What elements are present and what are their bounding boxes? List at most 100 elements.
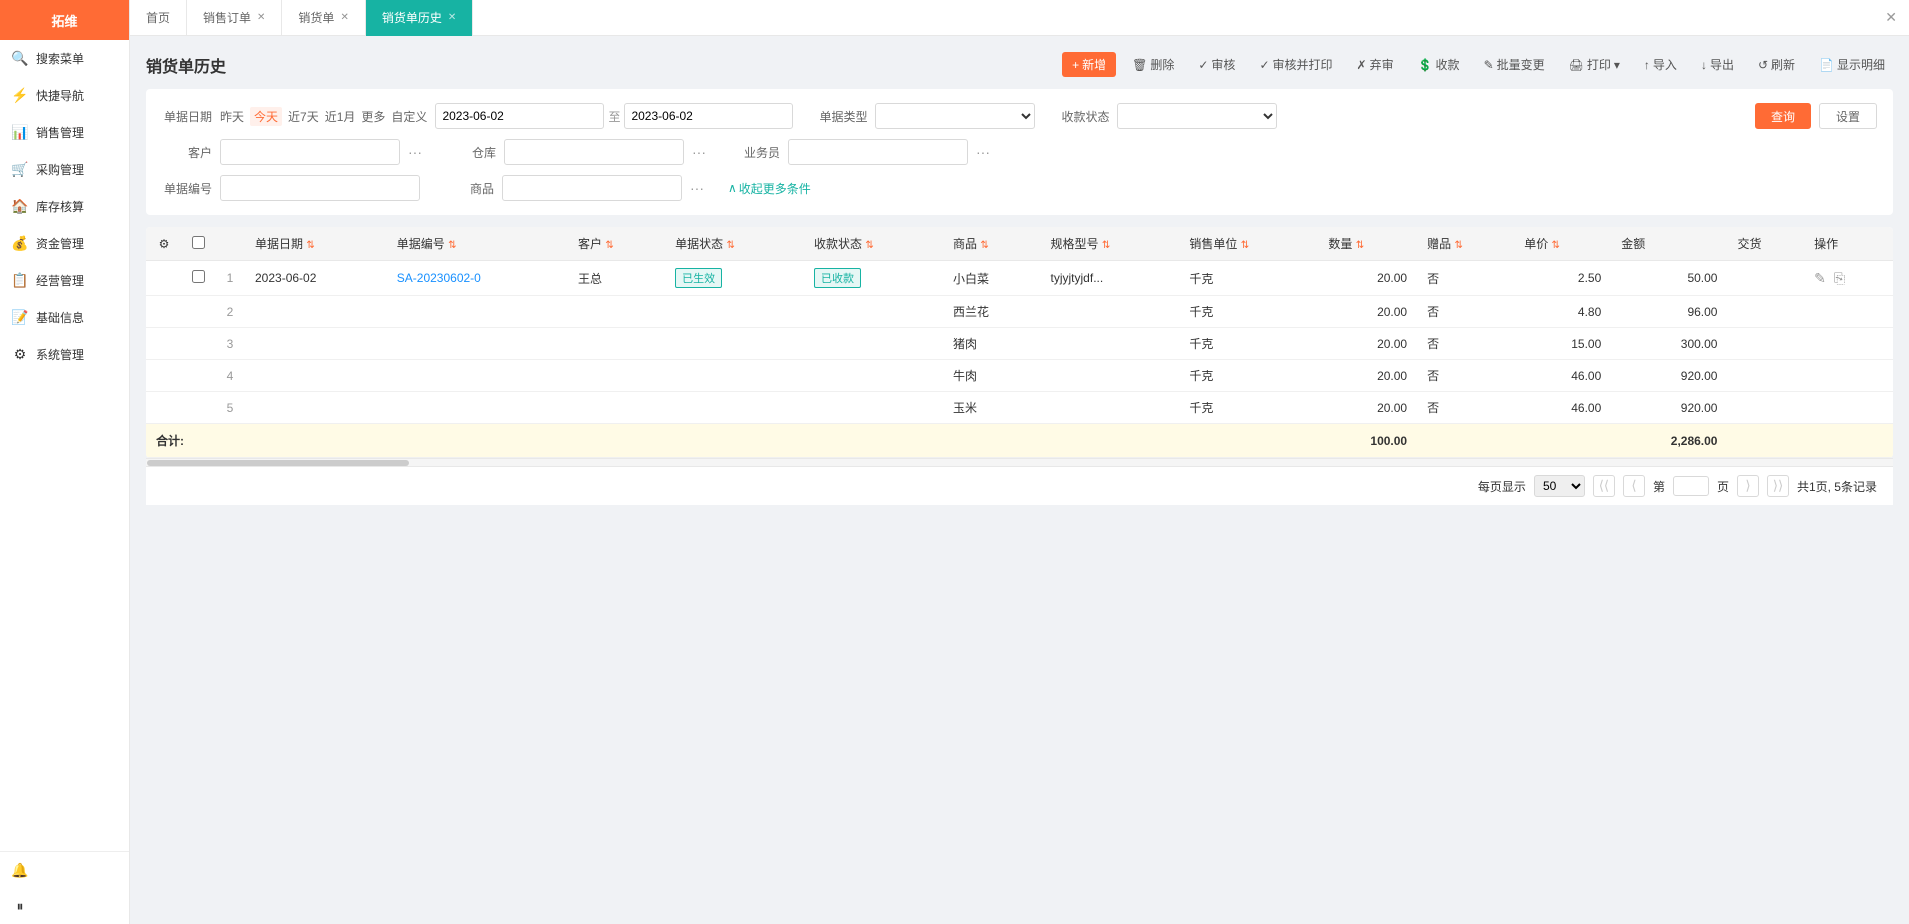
goods-label: 商品 bbox=[444, 180, 494, 197]
sidebar-item-search-menu[interactable]: 🔍 搜索菜单 bbox=[0, 40, 129, 77]
tab-sales-history[interactable]: 销货单历史 ✕ bbox=[366, 0, 473, 36]
col-unit[interactable]: 销售单位 ⇅ bbox=[1179, 227, 1318, 261]
copy-icon[interactable]: ⎘ bbox=[1834, 270, 1845, 287]
row-goods: 玉米 bbox=[943, 392, 1041, 424]
business-dots-btn[interactable]: ··· bbox=[976, 144, 990, 160]
doc-no-link[interactable]: SA-20230602-0 bbox=[397, 271, 481, 285]
shortcut-1month[interactable]: 近1月 bbox=[325, 108, 356, 125]
date-to-input[interactable] bbox=[624, 103, 793, 129]
row-checkbox-cell bbox=[182, 328, 215, 360]
col-settings[interactable]: ⚙ bbox=[146, 227, 182, 261]
shortcut-7days[interactable]: 近7天 bbox=[288, 108, 319, 125]
tab-sales-history-close[interactable]: ✕ bbox=[448, 12, 456, 23]
sidebar-item-label: 资金管理 bbox=[36, 235, 84, 252]
sidebar-item-label: 库存核算 bbox=[36, 198, 84, 215]
collapse-more-btn[interactable]: ∧ 收起更多条件 bbox=[728, 180, 811, 197]
business-input[interactable] bbox=[788, 139, 968, 165]
col-amount: 金额 bbox=[1611, 227, 1727, 261]
col-customer[interactable]: 客户 ⇅ bbox=[568, 227, 665, 261]
row-date bbox=[245, 328, 387, 360]
doc-number-input[interactable] bbox=[220, 175, 420, 201]
sidebar-item-fund-mgmt[interactable]: 💰 资金管理 bbox=[0, 225, 129, 262]
shortcut-yesterday[interactable]: 昨天 bbox=[220, 108, 244, 125]
shortcut-today[interactable]: 今天 bbox=[250, 107, 282, 126]
sidebar-item-sales-mgmt[interactable]: 📊 销售管理 bbox=[0, 114, 129, 151]
date-from-input[interactable] bbox=[435, 103, 604, 129]
tab-bar-close-all[interactable]: ✕ bbox=[1885, 9, 1909, 26]
col-goods[interactable]: 商品 ⇅ bbox=[943, 227, 1041, 261]
audit-print-button[interactable]: ✓ 审核并打印 bbox=[1251, 52, 1340, 77]
warehouse-dots-btn[interactable]: ··· bbox=[692, 144, 706, 160]
goods-dots-btn[interactable]: ··· bbox=[690, 180, 704, 196]
col-date[interactable]: 单据日期 ⇅ bbox=[245, 227, 387, 261]
sidebar-item-basic-info[interactable]: 📝 基础信息 bbox=[0, 299, 129, 336]
sidebar-item-quick-nav[interactable]: ⚡ 快捷导航 bbox=[0, 77, 129, 114]
filter-row-3: 单据编号 商品 ··· ∧ 收起更多条件 bbox=[162, 175, 1877, 201]
col-date-label: 单据日期 bbox=[255, 237, 303, 251]
edit-icon[interactable]: ✎ bbox=[1814, 270, 1826, 287]
customer-dots-btn[interactable]: ··· bbox=[408, 144, 422, 160]
filter-group-doc-type: 单据类型 bbox=[817, 103, 1035, 129]
basic-info-icon: 📝 bbox=[12, 310, 28, 326]
first-page-btn[interactable]: ⟨⟨ bbox=[1593, 475, 1615, 497]
scrollbar-thumb[interactable] bbox=[147, 460, 409, 466]
system-mgmt-icon: ⚙ bbox=[12, 347, 28, 363]
sidebar-item-system-mgmt[interactable]: ⚙ 系统管理 bbox=[0, 336, 129, 373]
sidebar-item-purchase-mgmt[interactable]: 🛒 采购管理 bbox=[0, 151, 129, 188]
col-trade: 交货 bbox=[1727, 227, 1804, 261]
customer-input[interactable] bbox=[220, 139, 400, 165]
prev-page-btn[interactable]: ⟨ bbox=[1623, 475, 1645, 497]
col-doc-status-sort-icon: ⇅ bbox=[727, 240, 735, 251]
doc-type-select[interactable] bbox=[875, 103, 1035, 129]
row-doc-no bbox=[387, 328, 568, 360]
batch-change-button[interactable]: ✎ 批量变更 bbox=[1476, 52, 1553, 77]
sidebar-bottom-notification[interactable]: 🔔 bbox=[0, 852, 129, 888]
refresh-button[interactable]: ↺ 刷新 bbox=[1750, 52, 1803, 77]
import-button[interactable]: ↑ 导入 bbox=[1636, 52, 1685, 77]
col-gift[interactable]: 赠品 ⇅ bbox=[1417, 227, 1514, 261]
row-qty: 20.00 bbox=[1318, 261, 1417, 296]
sidebar-item-operation-mgmt[interactable]: 📋 经营管理 bbox=[0, 262, 129, 299]
row-gift: 否 bbox=[1417, 392, 1514, 424]
collect-button[interactable]: 💲 收款 bbox=[1410, 52, 1468, 77]
row-customer: 王总 bbox=[568, 261, 665, 296]
new-button[interactable]: + 新增 bbox=[1062, 52, 1116, 77]
audit-button[interactable]: ✓ 审核 bbox=[1190, 52, 1243, 77]
row-doc-status bbox=[665, 296, 804, 328]
tab-sales-goods-close[interactable]: ✕ bbox=[340, 12, 348, 23]
query-button[interactable]: 查询 bbox=[1755, 103, 1811, 129]
warehouse-input[interactable] bbox=[504, 139, 684, 165]
shortcut-custom[interactable]: 自定义 bbox=[391, 108, 427, 125]
shortcut-more[interactable]: 更多 bbox=[361, 108, 385, 125]
tab-home[interactable]: 首页 bbox=[130, 0, 187, 36]
current-page-input[interactable]: 1 bbox=[1673, 476, 1709, 496]
pay-status-select[interactable] bbox=[1117, 103, 1277, 129]
col-pay-status[interactable]: 收款状态 ⇅ bbox=[804, 227, 943, 261]
tab-sales-goods[interactable]: 销货单 ✕ bbox=[282, 0, 365, 36]
select-all-checkbox[interactable] bbox=[192, 236, 205, 249]
goods-input[interactable] bbox=[502, 175, 682, 201]
show-detail-button[interactable]: 📄 显示明细 bbox=[1811, 52, 1893, 77]
export-icon: ↓ bbox=[1701, 58, 1707, 72]
sidebar-item-inventory-calc[interactable]: 🏠 库存核算 bbox=[0, 188, 129, 225]
sidebar-bottom-pause[interactable]: ⏸ bbox=[0, 888, 129, 924]
row-checkbox[interactable] bbox=[192, 270, 205, 283]
tab-sales-order[interactable]: 销售订单 ✕ bbox=[187, 0, 282, 36]
col-spec-sort-icon: ⇅ bbox=[1102, 240, 1110, 251]
row-gift: 否 bbox=[1417, 328, 1514, 360]
horizontal-scrollbar[interactable] bbox=[146, 458, 1893, 466]
col-price[interactable]: 单价 ⇅ bbox=[1514, 227, 1611, 261]
delete-button[interactable]: 🗑 删除 bbox=[1124, 52, 1182, 77]
tab-sales-order-close[interactable]: ✕ bbox=[257, 12, 265, 23]
print-button[interactable]: 🖨 打印 ▾ bbox=[1561, 52, 1628, 77]
last-page-btn[interactable]: ⟩⟩ bbox=[1767, 475, 1789, 497]
export-button[interactable]: ↓ 导出 bbox=[1693, 52, 1742, 77]
next-page-btn[interactable]: ⟩ bbox=[1737, 475, 1759, 497]
col-doc-no[interactable]: 单据编号 ⇅ bbox=[387, 227, 568, 261]
col-qty[interactable]: 数量 ⇅ bbox=[1318, 227, 1417, 261]
col-spec[interactable]: 规格型号 ⇅ bbox=[1041, 227, 1180, 261]
col-doc-status[interactable]: 单据状态 ⇅ bbox=[665, 227, 804, 261]
per-page-select[interactable]: 50 100 bbox=[1534, 475, 1585, 497]
abandon-button[interactable]: ✗ 弃审 bbox=[1349, 52, 1402, 77]
setting-button[interactable]: 设置 bbox=[1819, 103, 1877, 129]
